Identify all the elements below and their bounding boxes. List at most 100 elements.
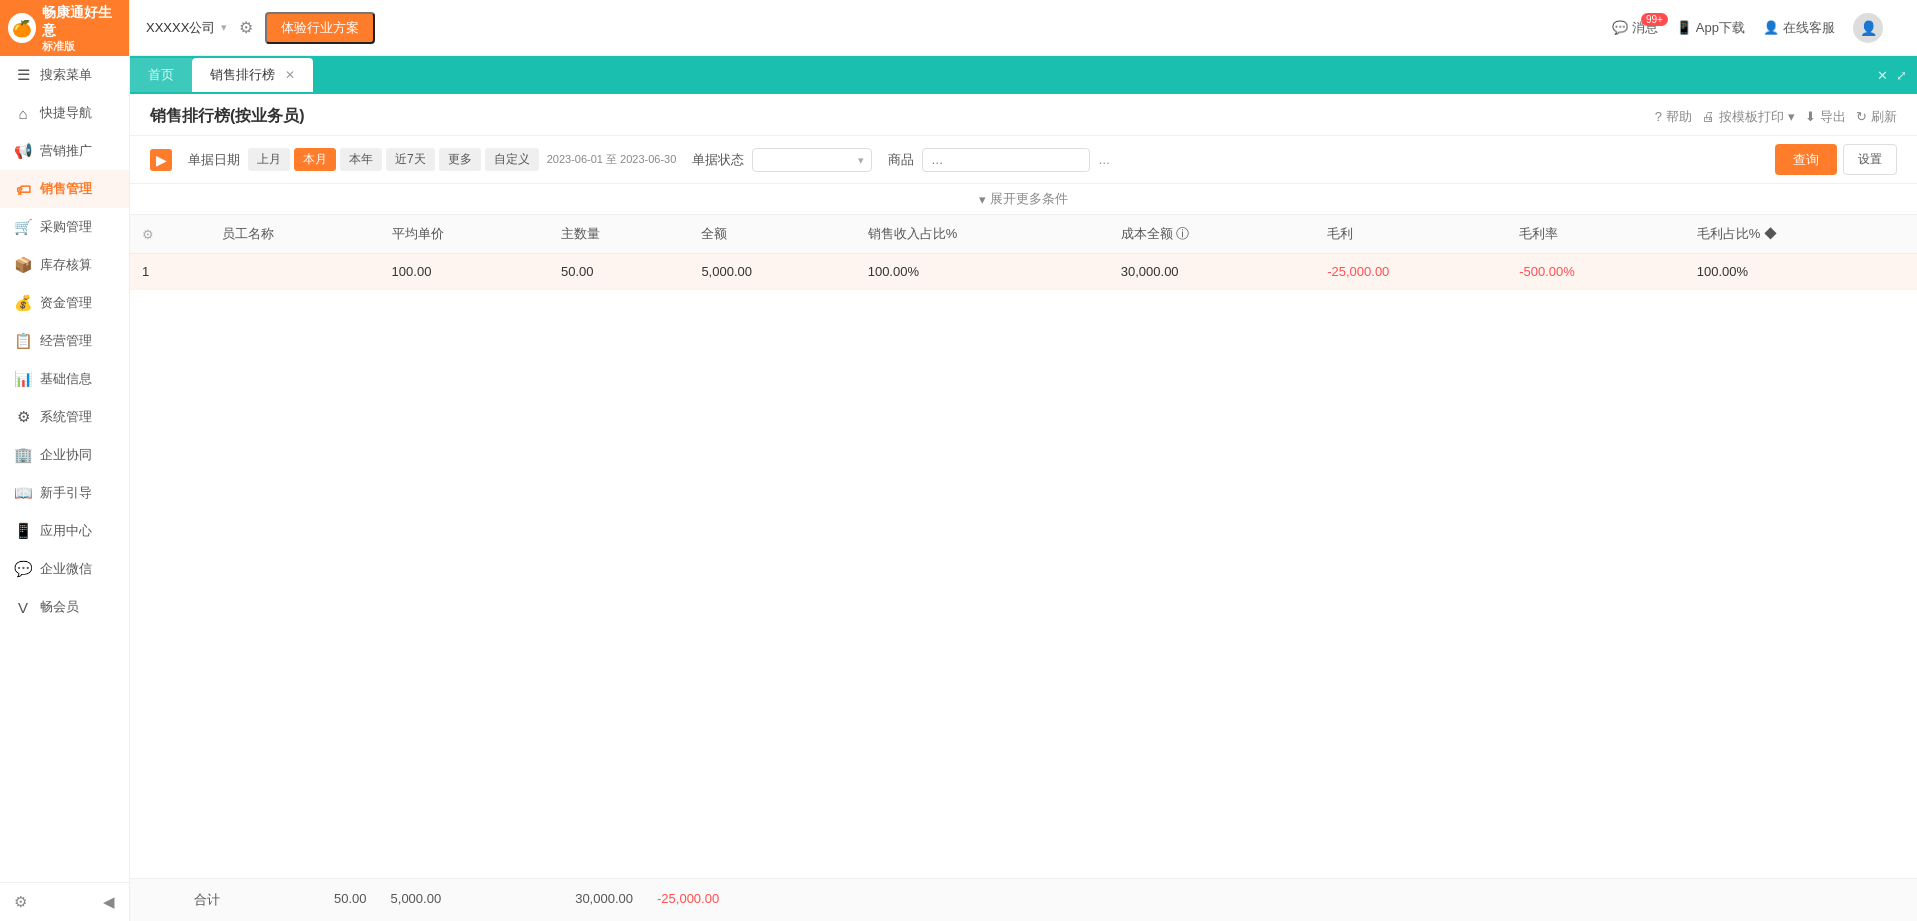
filter-goods-input[interactable] [922,148,1090,172]
filter-date-range: 2023-06-01 至 2023-06-30 [547,152,677,167]
cell-gross-rate-0: -500.00% [1507,254,1685,290]
sidebar-icon-marketing: 📢 [14,142,32,160]
sidebar-label-guide: 新手引导 [40,484,92,502]
sidebar-item-basic[interactable]: 📊 基础信息 [0,360,129,398]
help-btn[interactable]: ? 帮助 [1655,108,1692,126]
filter-date-more[interactable]: 更多 [439,148,481,171]
sidebar-icon-sales: 🏷 [14,181,32,198]
topbar-settings-icon[interactable]: ⚙ [239,18,253,37]
online-service-btn[interactable]: 👤 在线客服 [1763,19,1835,37]
sidebar-label-wechat: 企业微信 [40,560,92,578]
sidebar-item-shortcut[interactable]: ⌂ 快捷导航 [0,94,129,132]
sidebar-item-finance[interactable]: 💰资金管理 [0,284,129,322]
sidebar-label-shortcut: 快捷导航 [40,104,92,122]
sidebar-label-operations: 经营管理 [40,332,92,350]
filter-more-btn[interactable]: … [1098,153,1110,167]
filter-date-label: 单据日期 [188,151,240,169]
sidebar-label-inventory: 库存核算 [40,256,92,274]
sidebar-collapse-icon[interactable]: ◀ [103,893,115,911]
sidebar-label-member: 畅会员 [40,598,79,616]
filter-bar: ▶ 单据日期 上月 本月 本年 近7天 更多 自定义 2023-06-01 至 … [130,136,1917,184]
sidebar-label-basic: 基础信息 [40,370,92,388]
sidebar-icon-basic: 📊 [14,370,32,388]
col-cost: 成本全额 ⓘ [1109,215,1315,254]
filter-date-options: 上月 本月 本年 近7天 更多 自定义 [248,148,539,171]
cell-name-0 [210,254,379,290]
sidebar-icon-shortcut: ⌂ [14,105,32,122]
col-amount: 全额 [689,215,855,254]
sidebar-item-guide[interactable]: 📖新手引导 [0,474,129,512]
tab-restore-icon[interactable]: ⤢ [1896,68,1907,83]
sidebar-item-marketing[interactable]: 📢 营销推广 [0,132,129,170]
help-icon: ? [1655,109,1662,124]
sidebar-item-inventory[interactable]: 📦库存核算 [0,246,129,284]
sidebar-icon-apps: 📱 [14,522,32,540]
cell-gross-pct-0: 100.00% [1685,254,1917,290]
filter-status-select[interactable] [752,148,872,172]
sidebar-label-marketing: 营销推广 [40,142,92,160]
print-btn[interactable]: 🖨 按模板打印 ▾ [1702,108,1795,126]
refresh-label: 刷新 [1871,108,1897,126]
sidebar-item-apps[interactable]: 📱 应用中心 [0,512,129,550]
logo-subtitle: 标准版 [42,39,121,53]
filter-expand-btn[interactable]: ▶ [150,149,172,171]
sidebar-item-operations[interactable]: 📋经营管理 [0,322,129,360]
sidebar-icon-search: ☰ [14,66,32,84]
filter-date-current-month[interactable]: 本月 [294,148,336,171]
tab-sales-rank[interactable]: 销售排行榜 ✕ [192,58,313,92]
cell-sales-pct-0: 100.00% [856,254,1109,290]
settings-button[interactable]: 设置 [1843,144,1897,175]
sidebar-label-apps: 应用中心 [40,522,92,540]
topbar: XXXXX公司 ▾ ⚙ 体验行业方案 💬 消息 99+ 📱 App下载 👤 在线… [130,0,1917,56]
query-button[interactable]: 查询 [1775,144,1837,175]
table-row: 1 100.00 50.00 5,000.00 100.00% 30,000.0… [130,254,1917,290]
sidebar-item-search[interactable]: ☰搜索菜单 [0,56,129,94]
tab-home[interactable]: 首页 [130,58,192,92]
message-btn[interactable]: 💬 消息 99+ [1612,19,1658,37]
print-icon: 🖨 [1702,109,1715,124]
cell-avg-price-0: 100.00 [380,254,549,290]
sidebar: 🍊 畅康通好生意 标准版 ☰搜索菜单⌂快捷导航📢营销推广🏷销售管理🛒采购管理📦库… [0,0,130,921]
col-gross-rate: 毛利率 [1507,215,1685,254]
sidebar-item-sales[interactable]: 🏷销售管理 [0,170,129,208]
filter-date-this-year[interactable]: 本年 [340,148,382,171]
filter-date-last-month[interactable]: 上月 [248,148,290,171]
sidebar-settings-icon[interactable]: ⚙ [14,893,27,911]
sidebar-item-enterprise[interactable]: 🏢企业协同 [0,436,129,474]
logo-title: 畅康通好生意 [42,3,121,39]
filter-expand-row: ▾ 展开更多条件 [130,184,1917,215]
expand-more-button[interactable]: ▾ 展开更多条件 [979,190,1068,208]
tab-sales-rank-label: 销售排行榜 [210,66,275,84]
cell-rank-0: 1 [130,254,210,290]
sidebar-item-member[interactable]: V畅会员 [0,588,129,626]
col-gross-pct: 毛利占比% ◆ [1685,215,1917,254]
cell-gross-0: -25,000.00 [1315,254,1507,290]
message-icon: 💬 [1612,20,1628,35]
app-download-btn[interactable]: 📱 App下载 [1676,19,1745,37]
user-avatar[interactable]: 👤 [1853,13,1883,43]
app-label: App下载 [1696,19,1745,37]
content-area: 销售排行榜(按业务员) ? 帮助 🖨 按模板打印 ▾ ⬇ 导出 ↻ 刷新 [130,94,1917,921]
print-dropdown-icon: ▾ [1788,109,1795,124]
trial-button[interactable]: 体验行业方案 [265,12,375,44]
filter-date-7days[interactable]: 近7天 [386,148,435,171]
data-table-wrap: ⚙ 员工名称 平均单价 主数量 全额 销售收入占比% 成本全额 ⓘ 毛利 毛利率… [130,215,1917,878]
sidebar-item-system[interactable]: ⚙系统管理 [0,398,129,436]
footer-qty: 50.00 [322,889,379,911]
col-settings[interactable]: ⚙ [130,215,210,254]
company-selector[interactable]: XXXXX公司 ▾ [146,19,227,37]
filter-date-custom[interactable]: 自定义 [485,148,539,171]
export-btn[interactable]: ⬇ 导出 [1805,108,1846,126]
refresh-icon: ↻ [1856,109,1867,124]
tab-close-all-icon[interactable]: ✕ [1877,68,1888,83]
message-badge: 99+ [1641,13,1668,26]
refresh-btn[interactable]: ↻ 刷新 [1856,108,1897,126]
sidebar-item-wechat[interactable]: 💬企业微信 [0,550,129,588]
sidebar-icon-enterprise: 🏢 [14,446,32,464]
expand-more-label: 展开更多条件 [990,190,1068,208]
tab-close-icon[interactable]: ✕ [285,68,295,82]
sidebar-item-purchase[interactable]: 🛒采购管理 [0,208,129,246]
topbar-right: 💬 消息 99+ 📱 App下载 👤 在线客服 👤 [1612,13,1901,43]
service-label: 在线客服 [1783,19,1835,37]
sidebar-icon-finance: 💰 [14,294,32,312]
